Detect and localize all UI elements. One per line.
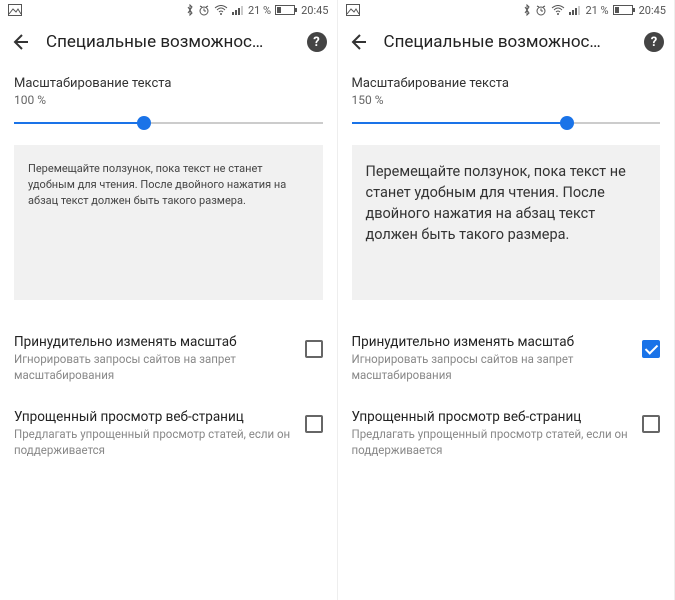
simplified-view-row[interactable]: Упрощенный просмотр веб-страниц Предлага…	[352, 395, 661, 470]
battery-text: 21 %	[585, 4, 608, 17]
setting-title: Упрощенный просмотр веб-страниц	[352, 409, 633, 425]
app-bar: Специальные возможнос… ?	[338, 20, 675, 64]
setting-title: Упрощенный просмотр веб-страниц	[14, 409, 295, 425]
content: Масштабирование текста 100 % Перемещайте…	[0, 64, 337, 470]
setting-title: Принудительно изменять масштаб	[352, 334, 633, 350]
bluetooth-icon	[523, 4, 531, 16]
preview-text: Перемещайте ползунок, пока текст не стан…	[352, 145, 661, 300]
setting-subtitle: Игнорировать запросы сайтов на запрет ма…	[352, 352, 633, 383]
text-scaling-slider[interactable]	[352, 111, 661, 135]
page-title: Специальные возможнос…	[46, 32, 291, 52]
setting-subtitle: Предлагать упрощенный просмотр статей, е…	[14, 427, 295, 458]
text-scaling-value: 150 %	[352, 93, 661, 107]
status-bar: 21 % 20:45	[338, 0, 675, 20]
text-scaling-value: 100 %	[14, 93, 323, 107]
simplified-view-checkbox[interactable]	[305, 415, 323, 433]
battery-icon	[613, 5, 635, 15]
text-scaling-slider[interactable]	[14, 111, 323, 135]
signal-icon	[232, 5, 244, 15]
slider-thumb[interactable]	[560, 116, 574, 130]
picture-icon	[8, 4, 22, 16]
left-panel: 21 % 20:45 Специальные возможнос… ? Масш…	[0, 0, 338, 600]
signal-icon	[569, 5, 581, 15]
battery-icon	[275, 5, 297, 15]
status-bar: 21 % 20:45	[0, 0, 337, 20]
app-bar: Специальные возможнос… ?	[0, 20, 337, 64]
clock-text: 20:45	[301, 4, 328, 17]
text-scaling-label: Масштабирование текста	[352, 76, 661, 91]
simplified-view-checkbox[interactable]	[642, 415, 660, 433]
wifi-icon	[551, 5, 565, 15]
help-icon[interactable]: ?	[644, 32, 664, 52]
force-zoom-row[interactable]: Принудительно изменять масштаб Игнориров…	[14, 320, 323, 395]
setting-title: Принудительно изменять масштаб	[14, 334, 295, 350]
content: Масштабирование текста 150 % Перемещайте…	[338, 64, 675, 470]
preview-text: Перемещайте ползунок, пока текст не стан…	[14, 145, 323, 300]
picture-icon	[346, 4, 360, 16]
force-zoom-row[interactable]: Принудительно изменять масштаб Игнориров…	[352, 320, 661, 395]
help-icon[interactable]: ?	[307, 32, 327, 52]
back-icon[interactable]	[10, 32, 30, 52]
force-zoom-checkbox[interactable]	[642, 340, 660, 358]
setting-subtitle: Предлагать упрощенный просмотр статей, е…	[352, 427, 633, 458]
slider-fill	[352, 122, 568, 124]
back-icon[interactable]	[348, 32, 368, 52]
right-panel: 21 % 20:45 Специальные возможнос… ? Масш…	[338, 0, 675, 600]
page-title: Специальные возможнос…	[384, 32, 629, 52]
alarm-icon	[198, 4, 210, 16]
battery-text: 21 %	[248, 4, 271, 17]
wifi-icon	[214, 5, 228, 15]
text-scaling-label: Масштабирование текста	[14, 76, 323, 91]
slider-thumb[interactable]	[137, 116, 151, 130]
simplified-view-row[interactable]: Упрощенный просмотр веб-страниц Предлага…	[14, 395, 323, 470]
slider-fill	[14, 122, 144, 124]
setting-subtitle: Игнорировать запросы сайтов на запрет ма…	[14, 352, 295, 383]
alarm-icon	[535, 4, 547, 16]
clock-text: 20:45	[639, 4, 666, 17]
bluetooth-icon	[186, 4, 194, 16]
force-zoom-checkbox[interactable]	[305, 340, 323, 358]
